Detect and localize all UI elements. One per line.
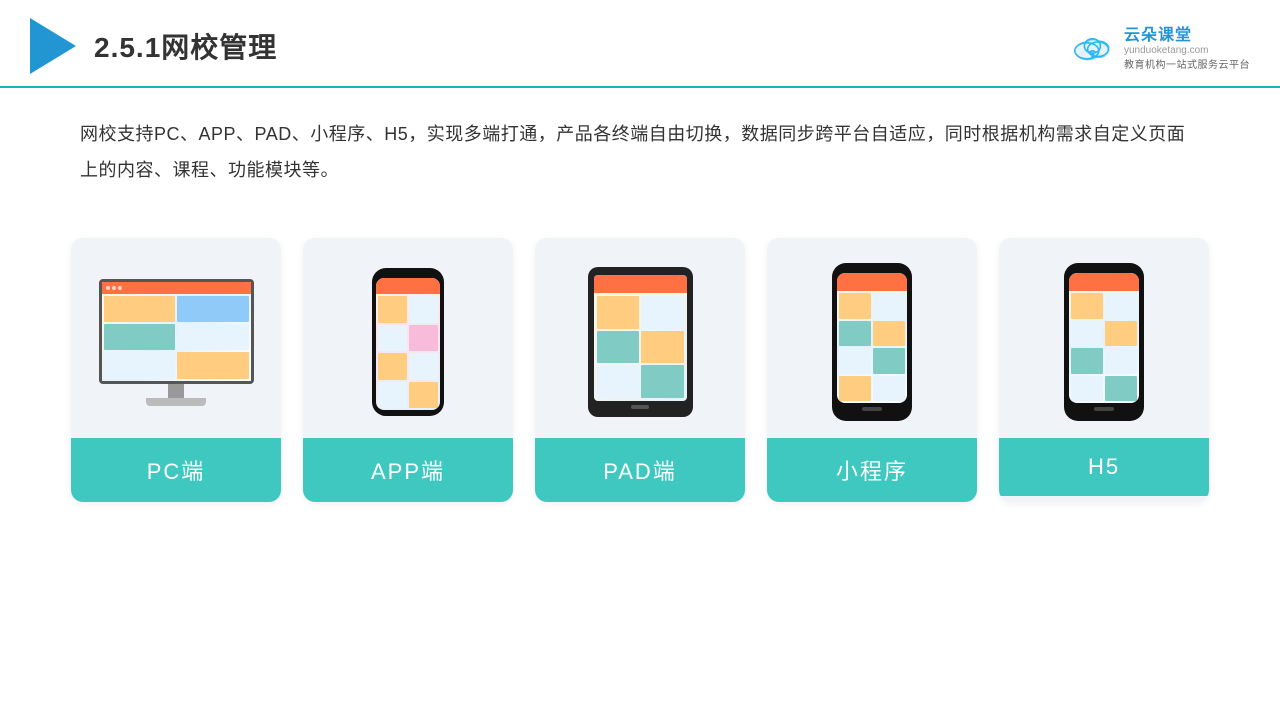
tablet-body [588, 267, 693, 417]
card-app: APP端 [303, 238, 513, 502]
phone-illustration-2 [1064, 263, 1144, 421]
card-h5: H5 [999, 238, 1209, 502]
phone-illustration-1 [832, 263, 912, 421]
card-pad: PAD端 [535, 238, 745, 502]
phone-small-illustration [372, 268, 444, 416]
card-miniprogram-image [767, 238, 977, 438]
logo-triangle-icon [30, 18, 76, 74]
monitor-illustration [99, 279, 254, 406]
phone-screen [376, 278, 440, 410]
tablet-illustration [588, 267, 693, 417]
logo-url-text: yunduoketang.com [1124, 45, 1209, 56]
phone-home-btn-2 [1094, 407, 1114, 411]
card-miniprogram-label: 小程序 [767, 438, 977, 502]
card-miniprogram: 小程序 [767, 238, 977, 502]
phone-screen-2 [1069, 273, 1139, 403]
cards-container: PC端 [0, 208, 1280, 522]
description-text: 网校支持PC、APP、PAD、小程序、H5，实现多端打通，产品各终端自由切换，数… [0, 88, 1280, 198]
cloud-icon [1070, 28, 1118, 64]
card-pc-image [71, 238, 281, 438]
phone-notch-2 [1090, 263, 1118, 269]
logo-text: 云朵课堂 yunduoketang.com 教育机构一站式服务云平台 [1124, 21, 1250, 71]
card-app-image [303, 238, 513, 438]
page-title: 2.5.1网校管理 [94, 26, 277, 66]
card-pc-label: PC端 [71, 438, 281, 502]
logo-main-text: 云朵课堂 [1124, 21, 1192, 45]
card-h5-image [999, 238, 1209, 438]
tablet-button [631, 405, 649, 409]
phone-notch [396, 268, 420, 273]
phone-notch-1 [858, 263, 886, 269]
page-header: 2.5.1网校管理 云朵课堂 yund [0, 0, 1280, 88]
card-app-label: APP端 [303, 438, 513, 502]
logo-tagline-text: 教育机构一站式服务云平台 [1124, 56, 1250, 71]
phone-body-1 [832, 263, 912, 421]
phone-body-2 [1064, 263, 1144, 421]
card-pad-image [535, 238, 745, 438]
phone-screen-1 [837, 273, 907, 403]
card-pad-label: PAD端 [535, 438, 745, 502]
monitor-screen [99, 279, 254, 384]
card-h5-label: H5 [999, 438, 1209, 496]
card-pc: PC端 [71, 238, 281, 502]
header-left: 2.5.1网校管理 [30, 18, 277, 74]
header-right: 云朵课堂 yunduoketang.com 教育机构一站式服务云平台 [1070, 21, 1250, 71]
brand-logo: 云朵课堂 yunduoketang.com 教育机构一站式服务云平台 [1070, 21, 1250, 71]
tablet-screen [594, 275, 687, 401]
phone-home-btn-1 [862, 407, 882, 411]
